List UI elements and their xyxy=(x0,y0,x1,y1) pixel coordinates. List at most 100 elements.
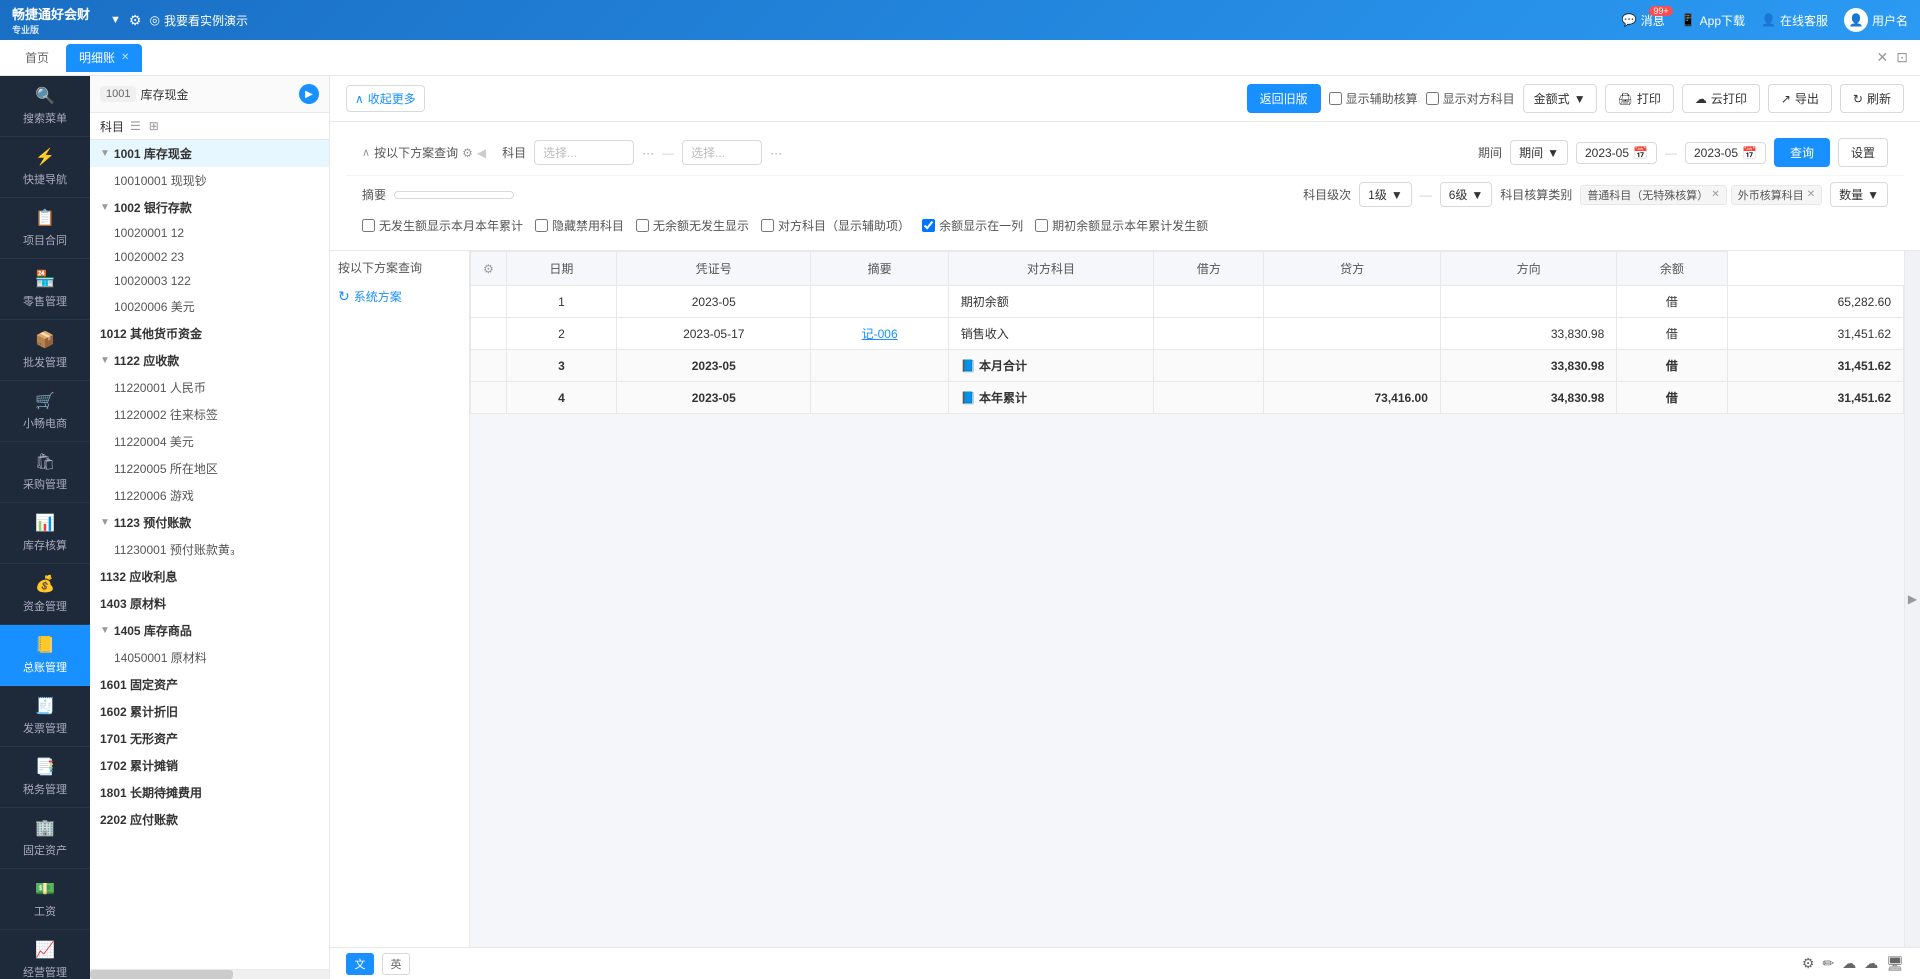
bottom-settings-icon[interactable]: ⚙ xyxy=(1802,955,1815,972)
tree-nav-btn[interactable]: ▶ xyxy=(299,84,319,104)
sidebar-item-payroll[interactable]: 💵 工资 xyxy=(0,869,90,930)
sidebar-item-nav[interactable]: ⚡ 快捷导航 xyxy=(0,137,90,198)
row-voucher[interactable]: 记-006 xyxy=(811,318,948,350)
bottom-cloud2-icon[interactable]: ☁ xyxy=(1864,955,1878,972)
refresh-btn[interactable]: ↻ 刷新 xyxy=(1840,84,1904,113)
print-btn[interactable]: 🖨 打印 xyxy=(1605,84,1674,113)
tree-item-1001[interactable]: ▼ 1001 库存现金 xyxy=(90,140,329,167)
tree-filter-btn[interactable]: ⊞ xyxy=(147,117,161,135)
bottom-cloud1-icon[interactable]: ☁ xyxy=(1842,955,1856,972)
sidebar-item-tax[interactable]: 📑 税务管理 xyxy=(0,747,90,808)
scheme-collapse-icon[interactable]: ◀ xyxy=(477,146,486,160)
company-dropdown[interactable]: ▼ xyxy=(110,14,121,26)
show-contra-input[interactable] xyxy=(1426,92,1439,105)
checkbox-contra-aux[interactable]: 对方科目（显示辅助项） xyxy=(761,217,910,234)
tree-item-2202[interactable]: 2202 应付账款 xyxy=(90,806,329,833)
return-old-btn[interactable]: 返回旧版 xyxy=(1247,84,1321,113)
filter-settings-btn[interactable]: 设置 xyxy=(1838,138,1888,167)
checkbox-balance-one-col-input[interactable] xyxy=(922,219,935,232)
tree-item-1122[interactable]: ▼ 1122 应收款 xyxy=(90,347,329,374)
checkbox-hide-disabled[interactable]: 隐藏禁用科目 xyxy=(535,217,624,234)
window-maximize-icon[interactable]: ⊡ xyxy=(1896,49,1908,66)
sidebar-item-assets[interactable]: 🏢 固定资产 xyxy=(0,808,90,869)
right-collapse-btn[interactable]: ▶ xyxy=(1904,251,1920,947)
show-aux-checkbox[interactable]: 显示辅助核算 xyxy=(1329,90,1418,107)
tree-item-1602[interactable]: 1602 累计折旧 xyxy=(90,698,329,725)
checkbox-opening-ytd[interactable]: 期初余额显示本年累计发生额 xyxy=(1035,217,1208,234)
tree-item-11220001[interactable]: 11220001 人民币 xyxy=(90,374,329,401)
sidebar-item-purchase[interactable]: 🛍 采购管理 xyxy=(0,442,90,503)
level-end-select[interactable]: 6级 ▼ xyxy=(1440,182,1493,207)
subject-input[interactable]: 选择... xyxy=(534,140,634,165)
online-service-btn[interactable]: 👤 在线客服 xyxy=(1761,12,1828,29)
tree-item-1701[interactable]: 1701 无形资产 xyxy=(90,725,329,752)
period-type-select[interactable]: 期间 ▼ xyxy=(1510,140,1568,165)
tree-item-1132[interactable]: 1132 应收利息 xyxy=(90,563,329,590)
show-aux-input[interactable] xyxy=(1329,92,1342,105)
sidebar-item-search[interactable]: 🔍 搜索菜单 xyxy=(0,76,90,137)
sidebar-item-wholesale[interactable]: 📦 批发管理 xyxy=(0,320,90,381)
tree-item-14050001[interactable]: 14050001 原材料 xyxy=(90,644,329,671)
sidebar-item-invoice[interactable]: 🧾 发票管理 xyxy=(0,686,90,747)
summary-input[interactable] xyxy=(394,191,514,199)
checkbox-no-amount[interactable]: 无余额无发生显示 xyxy=(636,217,749,234)
sidebar-item-ecommerce[interactable]: 🛒 小畅电商 xyxy=(0,381,90,442)
tree-item-1702[interactable]: 1702 累计摊销 xyxy=(90,752,329,779)
tree-item-1123[interactable]: ▼ 1123 预付账款 xyxy=(90,509,329,536)
tree-item-10010001[interactable]: 10010001 现现钞 xyxy=(90,167,329,194)
period-end-input[interactable]: 2023-05 📅 xyxy=(1685,142,1766,164)
tab-ledger[interactable]: 明细账 ✕ xyxy=(66,44,142,72)
tree-item-11230001[interactable]: 11230001 预付账款黄₃ xyxy=(90,536,329,563)
tab-home[interactable]: 首页 xyxy=(12,44,62,72)
scheme-system-label[interactable]: 系统方案 xyxy=(354,288,402,305)
period-start-input[interactable]: 2023-05 📅 xyxy=(1576,142,1657,164)
tree-item-10020001[interactable]: 10020001 12 xyxy=(90,221,329,245)
tree-item-10020006[interactable]: 10020006 美元 xyxy=(90,293,329,320)
tree-item-1002[interactable]: ▼ 1002 银行存款 xyxy=(90,194,329,221)
tree-item-1012[interactable]: 1012 其他货币资金 xyxy=(90,320,329,347)
table-gear-icon[interactable]: ⚙ xyxy=(483,262,494,276)
demo-link[interactable]: ◎ 我要看实例演示 xyxy=(149,12,248,29)
tree-item-10020003[interactable]: 10020003 122 xyxy=(90,269,329,293)
export-btn[interactable]: ↗ 导出 xyxy=(1768,84,1832,113)
expand-scheme-icon[interactable]: ∧ xyxy=(362,146,370,159)
tag-foreign-remove[interactable]: ✕ xyxy=(1807,189,1815,200)
tree-item-1801[interactable]: 1801 长期待摊费用 xyxy=(90,779,329,806)
query-btn[interactable]: 查询 xyxy=(1774,138,1830,167)
user-menu[interactable]: 👤 用户名 xyxy=(1844,8,1908,32)
sidebar-item-retail[interactable]: 🏪 零售管理 xyxy=(0,259,90,320)
bottom-monitor-icon[interactable]: 🖥 xyxy=(1886,955,1904,972)
tree-item-11220005[interactable]: 11220005 所在地区 xyxy=(90,455,329,482)
amount-mode-dropdown[interactable]: 金额式 ▼ xyxy=(1523,84,1597,113)
collapse-more-btn[interactable]: ∧ 收起更多 xyxy=(346,85,425,112)
scheme-settings-icon[interactable]: ⚙ xyxy=(462,146,473,160)
tree-item-11220004[interactable]: 11220004 美元 xyxy=(90,428,329,455)
subject-end-input[interactable]: 选择... xyxy=(682,140,762,165)
bottom-edit-icon[interactable]: ✏ xyxy=(1822,955,1834,972)
app-download-btn[interactable]: 📱 App下载 xyxy=(1681,12,1745,29)
tree-item-1601[interactable]: 1601 固定资产 xyxy=(90,671,329,698)
sidebar-item-project[interactable]: 📋 项目合同 xyxy=(0,198,90,259)
sidebar-item-management[interactable]: 📈 经营管理 xyxy=(0,930,90,979)
tree-item-11220006[interactable]: 11220006 游戏 xyxy=(90,482,329,509)
tab-close-icon[interactable]: ✕ xyxy=(121,52,129,63)
lang-en-btn[interactable]: 英 xyxy=(382,953,410,975)
message-btn[interactable]: 💬 消息 99+ xyxy=(1622,12,1665,29)
tree-item-1403[interactable]: 1403 原材料 xyxy=(90,590,329,617)
tag-normal-remove[interactable]: ✕ xyxy=(1711,189,1719,200)
checkbox-no-balance-input[interactable] xyxy=(362,219,375,232)
checkbox-balance-one-col[interactable]: 余额显示在一列 xyxy=(922,217,1023,234)
checkbox-no-amount-input[interactable] xyxy=(636,219,649,232)
lang-toggle-btn[interactable]: 文 xyxy=(346,953,374,975)
checkbox-no-balance[interactable]: 无发生额显示本月本年累计 xyxy=(362,217,523,234)
checkbox-opening-ytd-input[interactable] xyxy=(1035,219,1048,232)
sidebar-item-finance[interactable]: 💰 资金管理 xyxy=(0,564,90,625)
top-settings-icon[interactable]: ⚙ xyxy=(129,12,142,29)
checkbox-contra-aux-input[interactable] xyxy=(761,219,774,232)
sidebar-item-ledger[interactable]: 📒 总账管理 xyxy=(0,625,90,686)
quantity-dropdown[interactable]: 数量 ▼ xyxy=(1830,182,1888,207)
sidebar-item-inventory[interactable]: 📊 库存核算 xyxy=(0,503,90,564)
tree-item-1405[interactable]: ▼ 1405 库存商品 xyxy=(90,617,329,644)
tree-item-11220002[interactable]: 11220002 往来标签 xyxy=(90,401,329,428)
cloud-print-btn[interactable]: ☁ 云打印 xyxy=(1682,84,1760,113)
